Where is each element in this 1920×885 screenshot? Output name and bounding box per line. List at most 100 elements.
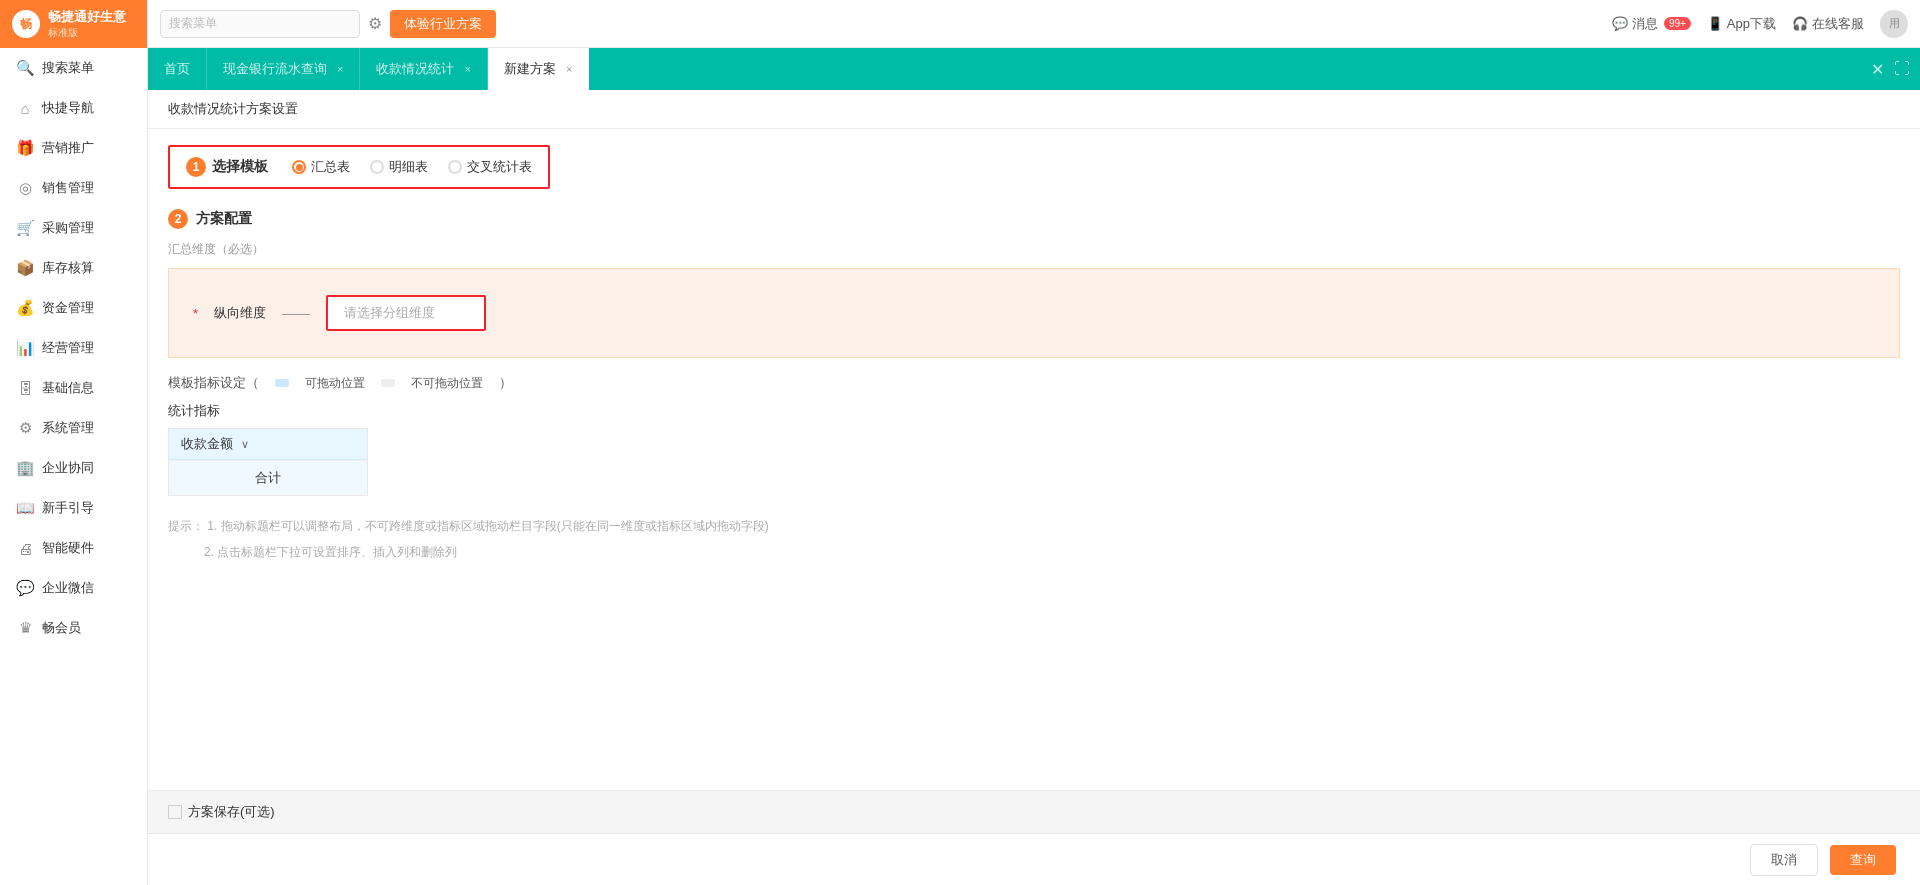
header-right: 💬 消息 99+ 📱 App下载 🎧 在线客服 用 bbox=[1612, 10, 1908, 38]
save-section: 方案保存(可选) bbox=[148, 790, 1920, 833]
sidebar-item-beginner[interactable]: 📖 新手引导 bbox=[0, 488, 147, 528]
step1-block: 1 选择模板 汇总表 明细表 bbox=[168, 145, 1900, 189]
sidebar-item-smart-hw[interactable]: 🖨 智能硬件 bbox=[0, 528, 147, 568]
sidebar-item-weixin[interactable]: 💬 企业微信 bbox=[0, 568, 147, 608]
dim-arrow: —— bbox=[282, 305, 310, 321]
tip2: 2. 点击标题栏下拉可设置排序、插入列和删除列 bbox=[168, 542, 1900, 564]
search-bar-text: 搜索菜单 bbox=[169, 15, 217, 32]
save-checkbox-label[interactable]: 方案保存(可选) bbox=[168, 803, 275, 821]
gift-icon: 🎁 bbox=[16, 139, 34, 157]
dimension-title: 汇总维度（必选） bbox=[168, 241, 1900, 258]
page-content: 收款情况统计方案设置 1 选择模板 bbox=[148, 90, 1920, 833]
app-icon: 📱 bbox=[1707, 16, 1723, 31]
smart-hw-icon: 🖨 bbox=[16, 540, 34, 557]
finance-icon: 💰 bbox=[16, 299, 34, 317]
sidebar-item-system[interactable]: ⚙ 系统管理 bbox=[0, 408, 147, 448]
section-container: 1 选择模板 汇总表 明细表 bbox=[148, 129, 1920, 790]
notification-badge: 99+ bbox=[1664, 17, 1691, 30]
dimension-row: * 纵向维度 —— 请选择分组维度 bbox=[193, 295, 486, 331]
sidebar-item-basic-info[interactable]: 🗄 基础信息 bbox=[0, 368, 147, 408]
search-bar[interactable]: 搜索菜单 bbox=[160, 10, 360, 38]
operation-icon: 📊 bbox=[16, 339, 34, 357]
tip-prefix: 提示： 1. 拖动标题栏可以调整布局，不可跨维度或指标区域拖动栏目字段(只能在同… bbox=[168, 516, 1900, 538]
step2-header: 2 方案配置 bbox=[168, 209, 1900, 229]
tab-new-plan[interactable]: 新建方案 × bbox=[488, 48, 589, 90]
drag-indicator bbox=[275, 379, 289, 387]
radio-summary[interactable]: 汇总表 bbox=[292, 158, 350, 176]
search-menu-icon: 🔍 bbox=[16, 59, 34, 77]
tab-bar-actions: ✕ ⛶ bbox=[1861, 48, 1920, 90]
sidebar-item-finance[interactable]: 💰 资金管理 bbox=[0, 288, 147, 328]
close-window-icon[interactable]: ✕ bbox=[1871, 60, 1884, 79]
sidebar: 畅 畅捷通好生意 标准版 🔍 搜索菜单 ⌂ 快捷导航 🎁 营销推广 ◎ 销售管理… bbox=[0, 0, 148, 885]
metrics-header: 模板指标设定（ 可拖动位置 不可拖动位置 ） bbox=[168, 374, 1900, 392]
member-icon: ♛ bbox=[16, 619, 34, 637]
purchase-icon: 🛒 bbox=[16, 219, 34, 237]
metrics-setting-label: 模板指标设定（ bbox=[168, 374, 259, 392]
content-area: 收款情况统计方案设置 1 选择模板 bbox=[148, 90, 1920, 833]
metrics-section: 模板指标设定（ 可拖动位置 不可拖动位置 ） 统计指标 收款金额 ∨ bbox=[168, 374, 1900, 496]
radio-cross-label: 交叉统计表 bbox=[467, 158, 532, 176]
app-version: 标准版 bbox=[48, 26, 126, 40]
sidebar-item-search[interactable]: 🔍 搜索菜单 bbox=[0, 48, 147, 88]
basic-info-icon: 🗄 bbox=[16, 380, 34, 397]
notifications-btn[interactable]: 💬 消息 99+ bbox=[1612, 15, 1691, 33]
tab-close-bank-flow[interactable]: × bbox=[337, 63, 343, 75]
radio-group-template: 汇总表 明细表 交叉统计表 bbox=[292, 158, 532, 176]
top-header: 搜索菜单 ⚙ 体验行业方案 💬 消息 99+ 📱 App下载 🎧 在线客服 用 bbox=[148, 0, 1920, 48]
avatar[interactable]: 用 bbox=[1880, 10, 1908, 38]
sidebar-item-operation[interactable]: 📊 经营管理 bbox=[0, 328, 147, 368]
app-name: 畅捷通好生意 bbox=[48, 8, 126, 26]
logo-icon: 畅 bbox=[12, 10, 40, 38]
enterprise-icon: 🏢 bbox=[16, 459, 34, 477]
trial-button[interactable]: 体验行业方案 bbox=[390, 10, 496, 38]
step2-block: 2 方案配置 汇总维度（必选） * 纵向维度 —— bbox=[168, 209, 1900, 563]
tab-home[interactable]: 首页 bbox=[148, 48, 207, 90]
metrics-column-header[interactable]: 收款金额 ∨ bbox=[169, 429, 367, 460]
step1-number: 1 bbox=[186, 157, 206, 177]
main-area: 搜索菜单 ⚙ 体验行业方案 💬 消息 99+ 📱 App下载 🎧 在线客服 用 … bbox=[148, 0, 1920, 885]
sidebar-item-inventory[interactable]: 📦 库存核算 bbox=[0, 248, 147, 288]
support-icon: 🎧 bbox=[1792, 16, 1808, 31]
radio-summary-indicator bbox=[292, 160, 306, 174]
radio-detail[interactable]: 明细表 bbox=[370, 158, 428, 176]
footer-bar: 取消 查询 bbox=[148, 833, 1920, 885]
sidebar-item-quick-nav[interactable]: ⌂ 快捷导航 bbox=[0, 88, 147, 128]
tab-close-new-plan[interactable]: × bbox=[566, 63, 572, 75]
vertical-dimension-label: 纵向维度 bbox=[214, 304, 266, 322]
sidebar-item-marketing[interactable]: 🎁 营销推广 bbox=[0, 128, 147, 168]
sidebar-item-sales[interactable]: ◎ 销售管理 bbox=[0, 168, 147, 208]
tab-close-receipt-stats[interactable]: × bbox=[464, 63, 470, 75]
message-icon: 💬 bbox=[1612, 16, 1628, 31]
metrics-table: 收款金额 ∨ 合计 bbox=[168, 428, 368, 496]
expand-icon[interactable]: ⛶ bbox=[1894, 60, 1910, 78]
step1-header: 1 选择模板 汇总表 明细表 bbox=[168, 145, 1900, 189]
sidebar-item-member[interactable]: ♛ 畅会员 bbox=[0, 608, 147, 648]
query-button[interactable]: 查询 bbox=[1830, 845, 1896, 875]
dimension-select[interactable]: 请选择分组维度 bbox=[326, 295, 486, 331]
step2-number: 2 bbox=[168, 209, 188, 229]
save-checkbox[interactable] bbox=[168, 805, 182, 819]
radio-detail-label: 明细表 bbox=[389, 158, 428, 176]
tab-receipt-stats[interactable]: 收款情况统计 × bbox=[360, 48, 487, 90]
home-icon: ⌂ bbox=[16, 100, 34, 117]
metrics-close-paren: ） bbox=[499, 374, 512, 392]
app-download-btn[interactable]: 📱 App下载 bbox=[1707, 15, 1776, 33]
dimension-area: * 纵向维度 —— 请选择分组维度 bbox=[168, 268, 1900, 358]
metrics-section-title: 统计指标 bbox=[168, 402, 1900, 420]
no-drag-indicator bbox=[381, 379, 395, 387]
radio-cross-indicator bbox=[448, 160, 462, 174]
sidebar-item-purchase[interactable]: 🛒 采购管理 bbox=[0, 208, 147, 248]
weixin-icon: 💬 bbox=[16, 579, 34, 597]
step1-title: 选择模板 bbox=[212, 158, 268, 176]
cancel-button[interactable]: 取消 bbox=[1750, 844, 1818, 876]
chevron-down-icon: ∨ bbox=[241, 438, 249, 451]
page-title: 收款情况统计方案设置 bbox=[148, 90, 1920, 129]
radio-cross[interactable]: 交叉统计表 bbox=[448, 158, 532, 176]
gear-icon[interactable]: ⚙ bbox=[368, 14, 382, 33]
support-btn[interactable]: 🎧 在线客服 bbox=[1792, 15, 1864, 33]
tab-bank-flow[interactable]: 现金银行流水查询 × bbox=[207, 48, 360, 90]
sidebar-item-enterprise[interactable]: 🏢 企业协同 bbox=[0, 448, 147, 488]
sales-icon: ◎ bbox=[16, 179, 34, 197]
step2-title: 方案配置 bbox=[196, 210, 252, 228]
